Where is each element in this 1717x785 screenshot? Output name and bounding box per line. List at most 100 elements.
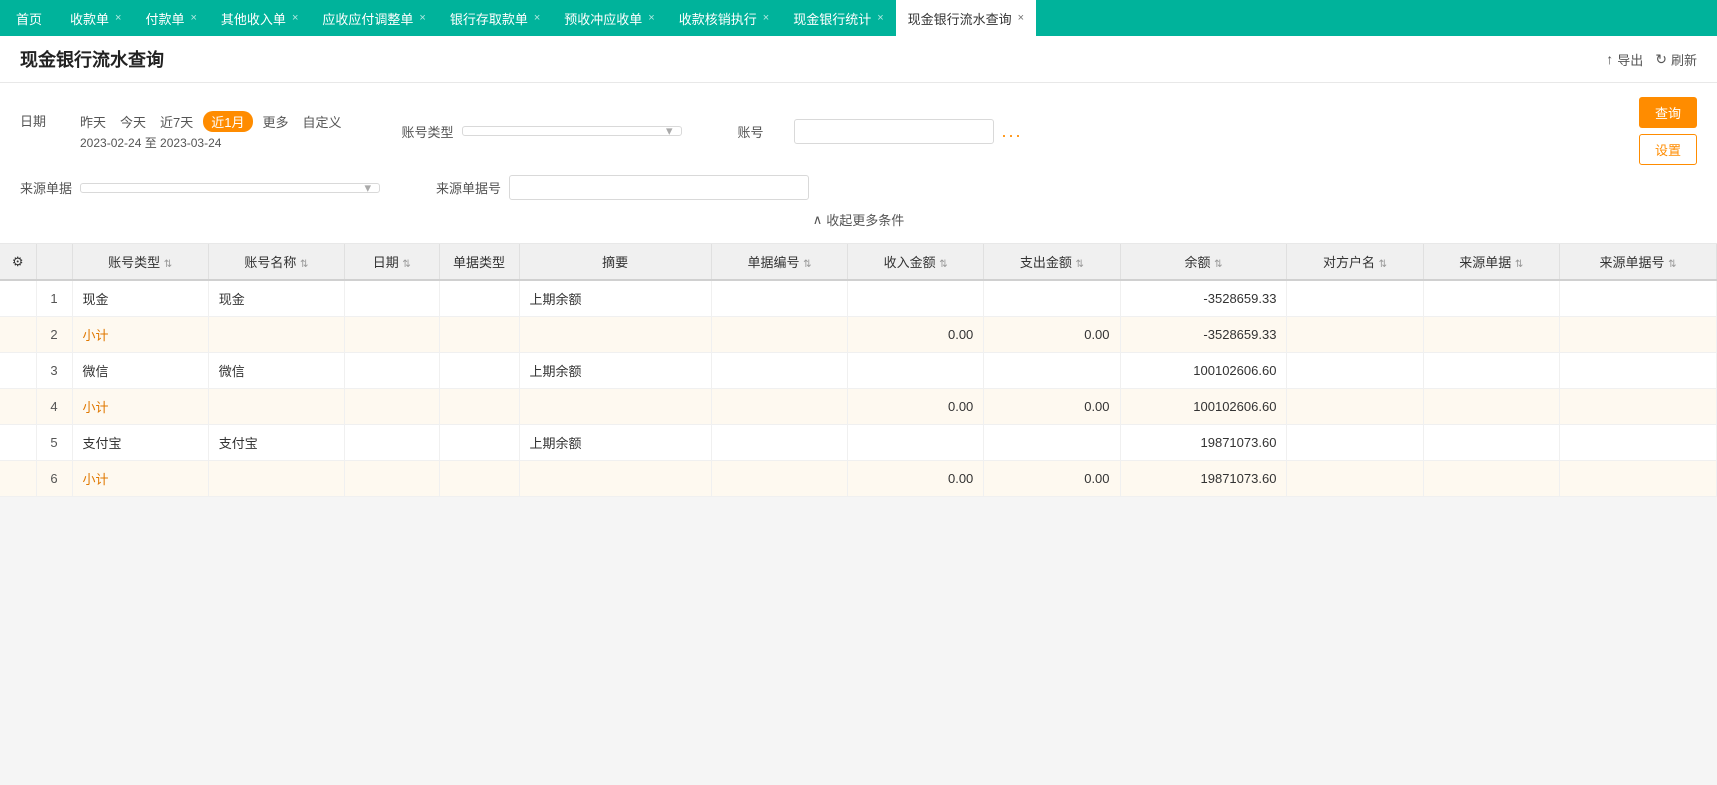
th-expense[interactable]: 支出金额 ⇅ [984,244,1120,280]
td-counter-name [1287,461,1423,497]
date-option-7days[interactable]: 近7天 [156,111,197,132]
source-doc-num-label: 来源单据号 [436,178,501,197]
td-summary [519,461,711,497]
filter-row-2: 来源单据 ▾ 来源单据号 [20,175,1697,200]
th-source-doc-no[interactable]: 来源单据号 ⇅ [1559,244,1716,280]
td-doc-no [711,280,847,317]
td-income [848,353,984,389]
th-doc-no[interactable]: 单据编号 ⇅ [711,244,847,280]
td-source-doc [1423,461,1559,497]
th-income[interactable]: 收入金额 ⇅ [848,244,984,280]
td-counter-name [1287,317,1423,353]
account-dots-button[interactable]: ... [1002,121,1023,142]
td-source-doc-no [1559,317,1716,353]
refresh-button[interactable]: ↻ 刷新 [1655,50,1697,69]
nav-tab-2[interactable]: 付款单 × [133,0,208,36]
th-account-type[interactable]: 账号类型 ⇅ [72,244,208,280]
table-row[interactable]: 2 小计 0.00 0.00 -3528659.33 [0,317,1717,353]
nav-tab-7[interactable]: 收款核销执行 × [667,0,781,36]
td-income: 0.00 [848,389,984,425]
td-summary [519,317,711,353]
nav-tab-3[interactable]: 其他收入单 × [209,0,310,36]
account-type-label: 账号类型 [402,122,454,141]
collapse-label: 收起更多条件 [826,210,904,229]
table-row[interactable]: 4 小计 0.00 0.00 100102606.60 [0,389,1717,425]
td-counter-name [1287,389,1423,425]
td-account-name [208,461,344,497]
source-doc-num-input[interactable] [509,175,809,200]
td-account-name: 支付宝 [208,425,344,461]
close-icon[interactable]: × [292,12,298,24]
source-doc-label: 来源单据 [20,178,72,197]
td-expense: 0.00 [984,317,1120,353]
table-row[interactable]: 3 微信 微信 上期余额 100102606.60 [0,353,1717,389]
nav-tab-9[interactable]: 现金银行流水查询 × [896,0,1036,36]
td-source-doc [1423,425,1559,461]
query-button[interactable]: 查询 [1639,97,1697,128]
th-account-name[interactable]: 账号名称 ⇅ [208,244,344,280]
close-icon[interactable]: × [648,12,654,24]
nav-home[interactable]: 首页 [0,0,58,36]
collapse-bar[interactable]: ∧ 收起更多条件 [20,210,1697,229]
date-options: 昨天 今天 近7天 近1月 更多 自定义 [76,111,346,132]
td-doc-no [711,425,847,461]
td-doc-no [711,461,847,497]
td-num: 1 [36,280,72,317]
th-counter-name[interactable]: 对方户名 ⇅ [1287,244,1423,280]
close-icon[interactable]: × [419,12,425,24]
td-summary: 上期余额 [519,353,711,389]
td-source-doc [1423,353,1559,389]
close-icon[interactable]: × [190,12,196,24]
close-icon[interactable]: × [1018,12,1024,24]
td-income [848,425,984,461]
date-option-today[interactable]: 今天 [116,111,150,132]
account-type-select[interactable]: ▾ [462,126,682,136]
close-icon[interactable]: × [763,12,769,24]
td-source-doc-no [1559,389,1716,425]
chevron-down-icon: ▾ [364,180,371,196]
date-option-custom[interactable]: 自定义 [299,111,346,132]
table-header-row: ⚙ 账号类型 ⇅ 账号名称 ⇅ 日期 ⇅ 单据类型 摘要 单据编号 ⇅ 收入金额… [0,244,1717,280]
td-balance: 19871073.60 [1120,461,1287,497]
td-date [344,425,439,461]
nav-tab-4[interactable]: 应收应付调整单 × [310,0,437,36]
td-expense [984,425,1120,461]
td-account-name [208,389,344,425]
td-source-doc-no [1559,280,1716,317]
td-num: 5 [36,425,72,461]
account-input[interactable] [794,119,994,144]
td-counter-name [1287,425,1423,461]
date-option-more[interactable]: 更多 [259,111,293,132]
td-date [344,317,439,353]
td-balance: 19871073.60 [1120,425,1287,461]
td-doc-type [439,389,519,425]
page-title: 现金银行流水查询 [20,46,164,72]
td-source-doc-no [1559,353,1716,389]
nav-tab-5[interactable]: 银行存取款单 × [438,0,552,36]
td-expense: 0.00 [984,389,1120,425]
th-gear[interactable]: ⚙ [0,244,36,280]
filter-area: 日期 昨天 今天 近7天 近1月 更多 自定义 2023-02-24 至 202… [0,83,1717,244]
nav-tab-6[interactable]: 预收冲应收单 × [552,0,666,36]
th-source-doc[interactable]: 来源单据 ⇅ [1423,244,1559,280]
table-row[interactable]: 5 支付宝 支付宝 上期余额 19871073.60 [0,425,1717,461]
export-button[interactable]: ↑ 导出 [1606,50,1643,69]
td-doc-type [439,317,519,353]
table-row[interactable]: 1 现金 现金 上期余额 -3528659.33 [0,280,1717,317]
td-num: 3 [36,353,72,389]
date-option-yesterday[interactable]: 昨天 [76,111,110,132]
source-doc-select[interactable]: ▾ [80,183,380,193]
table-row[interactable]: 6 小计 0.00 0.00 19871073.60 [0,461,1717,497]
settings-button[interactable]: 设置 [1639,134,1697,165]
td-account-type: 小计 [72,461,208,497]
nav-tab-1[interactable]: 收款单 × [58,0,133,36]
td-date [344,461,439,497]
date-option-1month[interactable]: 近1月 [203,111,252,132]
td-doc-no [711,353,847,389]
close-icon[interactable]: × [534,12,540,24]
close-icon[interactable]: × [877,12,883,24]
th-date[interactable]: 日期 ⇅ [344,244,439,280]
th-balance[interactable]: 余额 ⇅ [1120,244,1287,280]
nav-tab-8[interactable]: 现金银行统计 × [781,0,895,36]
close-icon[interactable]: × [115,12,121,24]
